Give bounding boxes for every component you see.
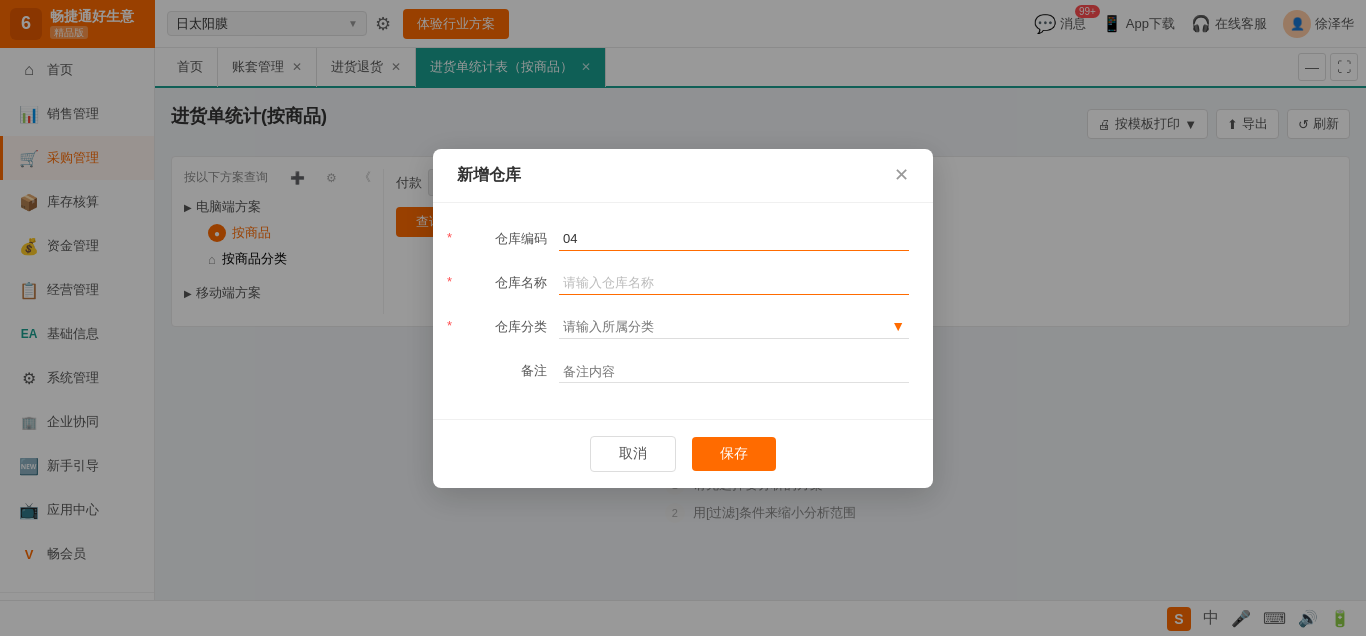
- warehouse-category-label: 仓库分类: [457, 318, 547, 336]
- warehouse-category-input[interactable]: [559, 315, 909, 338]
- warehouse-category-row: 仓库分类 ▼: [457, 315, 909, 339]
- warehouse-category-wrapper: ▼: [559, 315, 909, 339]
- modal-title: 新增仓库: [457, 165, 521, 186]
- modal-body: 仓库编码 仓库名称 仓库分类 ▼ 备注: [433, 203, 933, 419]
- notes-label: 备注: [457, 362, 547, 380]
- modal-overlay: 新增仓库 ✕ 仓库编码 仓库名称 仓库分类 ▼: [0, 0, 1366, 636]
- modal-close-btn[interactable]: ✕: [894, 166, 909, 184]
- save-btn[interactable]: 保存: [692, 437, 776, 471]
- notes-row: 备注: [457, 359, 909, 383]
- warehouse-name-label: 仓库名称: [457, 274, 547, 292]
- notes-input[interactable]: [559, 359, 909, 383]
- modal-header: 新增仓库 ✕: [433, 149, 933, 203]
- warehouse-code-input[interactable]: [559, 227, 909, 251]
- warehouse-code-row: 仓库编码: [457, 227, 909, 251]
- category-dropdown-icon[interactable]: ▼: [891, 318, 905, 334]
- cancel-btn[interactable]: 取消: [590, 436, 676, 472]
- warehouse-name-row: 仓库名称: [457, 271, 909, 295]
- warehouse-name-input[interactable]: [559, 271, 909, 295]
- warehouse-code-label: 仓库编码: [457, 230, 547, 248]
- modal-footer: 取消 保存: [433, 419, 933, 488]
- new-warehouse-modal: 新增仓库 ✕ 仓库编码 仓库名称 仓库分类 ▼: [433, 149, 933, 488]
